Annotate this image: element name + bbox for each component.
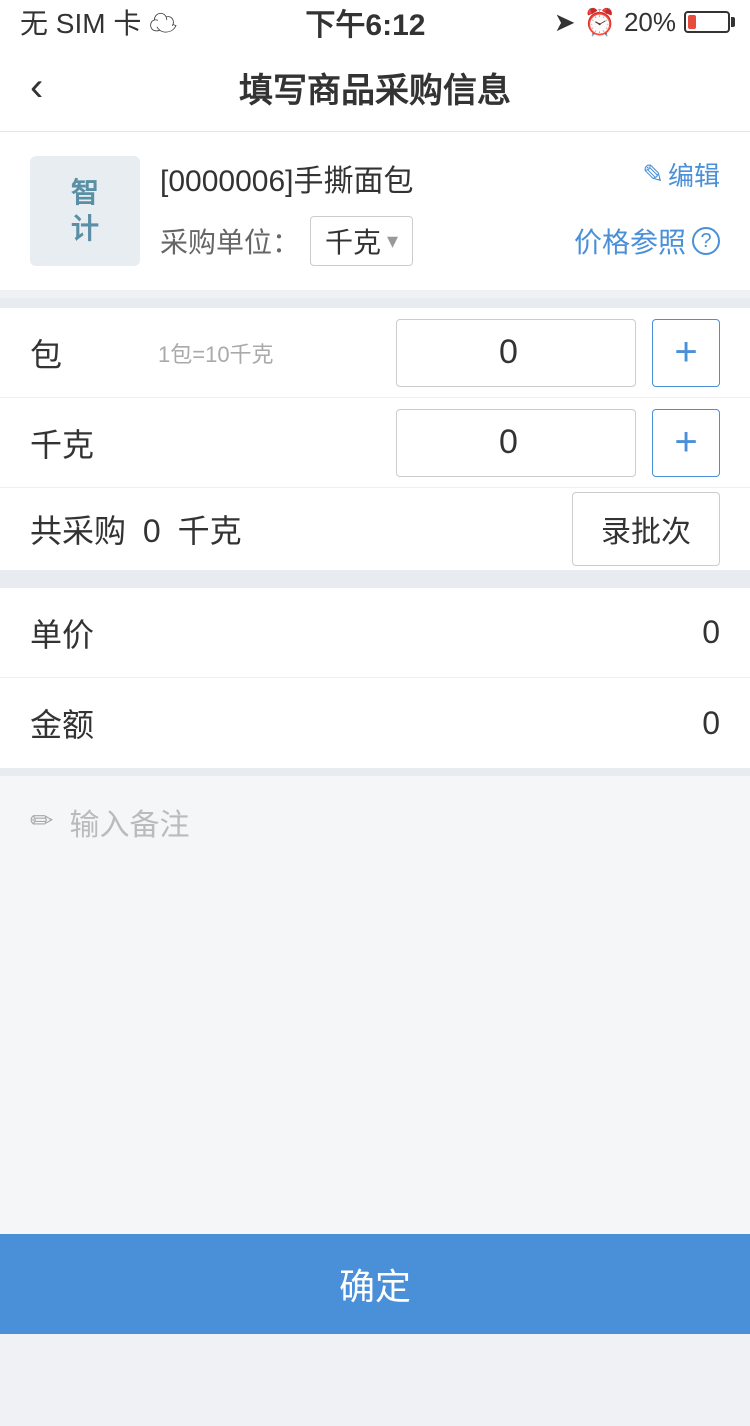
battery-icon (684, 11, 730, 33)
unit-price-label: 单价 (30, 610, 94, 656)
product-id: [0000006] (160, 165, 293, 198)
help-icon: ? (692, 227, 720, 255)
total-text: 共采购 0 千克 (30, 506, 242, 552)
battery-text: 20% (624, 7, 676, 38)
kg-input[interactable] (396, 409, 636, 477)
bag-input[interactable] (396, 319, 636, 387)
logo-line1: 智 (71, 175, 99, 211)
section-divider-2 (0, 578, 750, 588)
edit-icon: ✎ (642, 159, 664, 190)
bag-plus-button[interactable]: + (652, 319, 720, 387)
remark-placeholder: 输入备注 (69, 800, 189, 844)
bag-label: 包 (30, 330, 150, 376)
price-ref-label: 价格参照 (574, 221, 686, 261)
product-logo: 智 计 (71, 175, 99, 248)
product-header: [0000006]手撕面包 ✎ 编辑 (160, 156, 720, 200)
sim-signal-text: 无 SIM 卡 ☁ (20, 2, 177, 42)
chevron-down-icon: ▾ (387, 228, 398, 254)
remark-area[interactable]: ✏ 输入备注 (0, 776, 750, 976)
unit-section: 采购单位： 千克 ▾ (160, 216, 413, 266)
amount-value: 0 (702, 705, 720, 742)
back-button[interactable]: ‹ (30, 55, 63, 120)
kg-input-wrapper: + (150, 409, 720, 477)
status-time: 下午6:12 (305, 0, 425, 44)
amount-row: 金额 0 (0, 678, 750, 768)
edit-button[interactable]: ✎ 编辑 (642, 156, 720, 193)
status-left: 无 SIM 卡 ☁ (20, 2, 177, 42)
form-section: 包 1包=10千克 + 千克 + (0, 308, 750, 488)
unit-price-row: 单价 0 (0, 588, 750, 678)
total-row: 共采购 0 千克 录批次 (0, 488, 750, 578)
pencil-icon: ✏ (30, 804, 53, 837)
product-name: [0000006]手撕面包 (160, 156, 413, 200)
alarm-icon: ⏰ (584, 7, 616, 38)
bag-input-wrapper: + (274, 319, 720, 387)
unit-row: 采购单位： 千克 ▾ 价格参照 ? (160, 216, 720, 266)
kg-label: 千克 (30, 420, 150, 466)
bag-unit-hint: 1包=10千克 (158, 337, 274, 369)
bag-row: 包 1包=10千克 + (0, 308, 750, 398)
unit-value: 千克 (325, 221, 381, 261)
edit-label: 编辑 (668, 156, 720, 193)
logo-line2: 计 (71, 211, 99, 247)
confirm-button[interactable]: 确定 (0, 1234, 750, 1334)
unit-price-value: 0 (702, 614, 720, 651)
product-info: [0000006]手撕面包 ✎ 编辑 采购单位： 千克 ▾ 价格参照 ? (160, 156, 720, 266)
kg-plus-button[interactable]: + (652, 409, 720, 477)
page-title: 填写商品采购信息 (239, 63, 511, 112)
batch-button[interactable]: 录批次 (572, 492, 720, 566)
product-image: 智 计 (30, 156, 140, 266)
product-title: 手撕面包 (293, 165, 413, 198)
section-divider-1 (0, 298, 750, 308)
kg-row: 千克 + (0, 398, 750, 488)
amount-label: 金额 (30, 700, 94, 746)
nav-bar: ‹ 填写商品采购信息 (0, 44, 750, 132)
price-reference-button[interactable]: 价格参照 ? (574, 221, 720, 261)
price-section: 单价 0 金额 0 (0, 588, 750, 776)
unit-select-dropdown[interactable]: 千克 ▾ (310, 216, 413, 266)
total-amount: 0 (143, 513, 161, 549)
total-unit: 千克 (178, 513, 242, 549)
status-right: ➤ ⏰ 20% (554, 7, 730, 38)
unit-label: 采购单位： (160, 221, 300, 261)
total-label: 共采购 (30, 513, 126, 549)
status-bar: 无 SIM 卡 ☁ 下午6:12 ➤ ⏰ 20% (0, 0, 750, 44)
location-icon: ➤ (554, 7, 576, 38)
product-card: 智 计 [0000006]手撕面包 ✎ 编辑 采购单位： 千克 ▾ (0, 132, 750, 298)
